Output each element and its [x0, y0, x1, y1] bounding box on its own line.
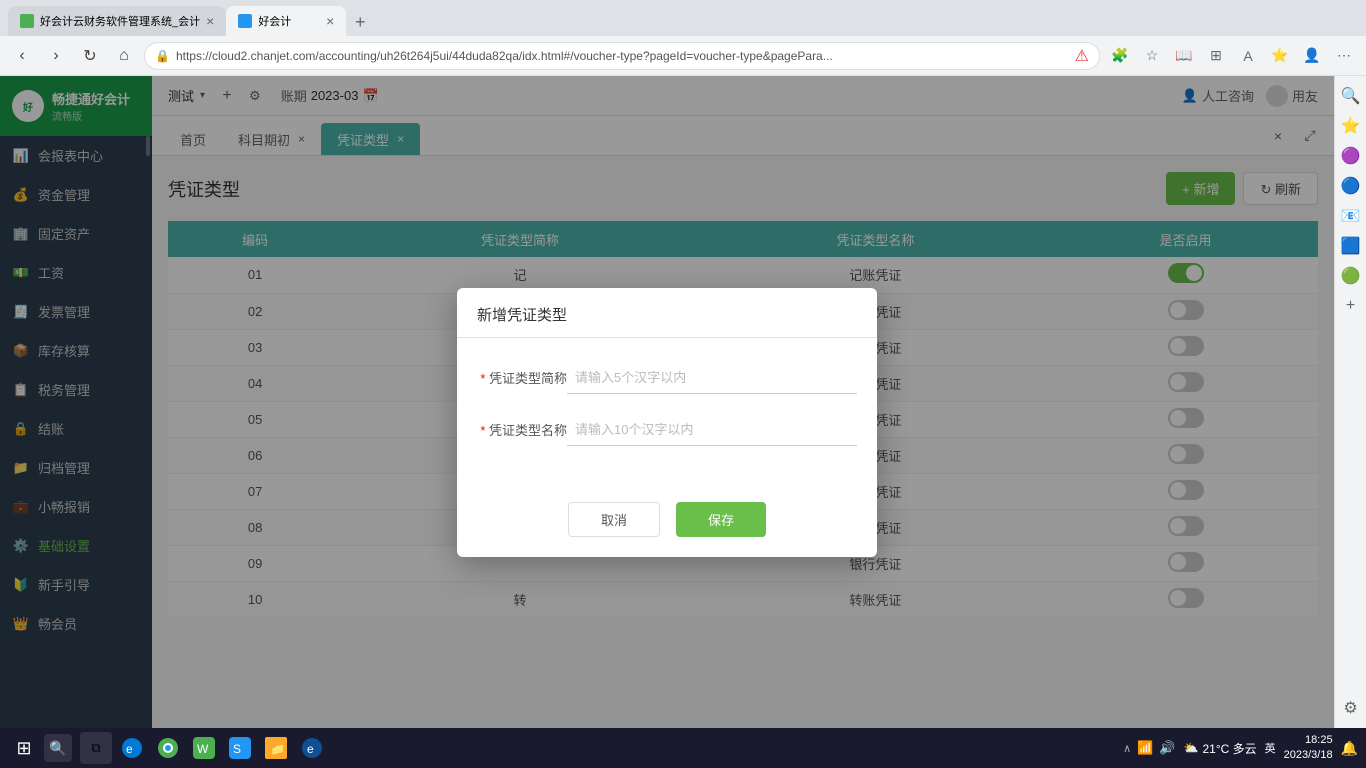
dialog-overlay: 新增凭证类型 凭证类型简称 凭证类型名称 取消 保存 [0, 76, 1334, 768]
ext-icon-5[interactable]: 🟦 [1339, 234, 1363, 258]
ext-icon-add[interactable]: + [1339, 294, 1363, 318]
ext-icon-search[interactable]: 🔍 [1339, 84, 1363, 108]
ext-icon-1[interactable]: ⭐ [1339, 114, 1363, 138]
taskbar-app-store[interactable]: S [224, 732, 256, 764]
save-button[interactable]: 保存 [676, 502, 766, 537]
account-button[interactable]: 👤 [1298, 42, 1326, 70]
form-input-name[interactable] [567, 414, 857, 446]
form-label-name: 凭证类型名称 [477, 420, 567, 439]
home-button[interactable]: ⌂ [110, 42, 138, 70]
taskbar-app-taskview[interactable]: ⧉ [80, 732, 112, 764]
dialog-body: 凭证类型简称 凭证类型名称 [457, 338, 877, 490]
new-voucher-type-dialog: 新增凭证类型 凭证类型简称 凭证类型名称 取消 保存 [457, 288, 877, 557]
taskbar-chevron-icon[interactable]: ∧ [1123, 742, 1131, 755]
dialog-header: 新增凭证类型 [457, 288, 877, 338]
tab-close-2[interactable]: × [326, 13, 334, 29]
form-input-short[interactable] [567, 362, 857, 394]
svg-text:S: S [233, 742, 241, 756]
dialog-footer: 取消 保存 [457, 490, 877, 557]
svg-text:W: W [197, 742, 209, 756]
main-content: 测试 ▾ + ⚙ 账期 2023-03 📅 👤 人工咨询 用友 [152, 76, 1334, 768]
ext-icon-2[interactable]: 🟣 [1339, 144, 1363, 168]
back-button[interactable]: ‹ [8, 42, 36, 70]
address-text: https://cloud2.chanjet.com/accounting/uh… [176, 49, 1069, 63]
dialog-title: 新增凭证类型 [477, 307, 567, 324]
reading-button[interactable]: 📖 [1170, 42, 1198, 70]
tab-title-2: 好会计 [258, 13, 320, 29]
tab-favicon-1 [20, 14, 34, 28]
taskbar-sound-icon[interactable]: 🔊 [1159, 740, 1175, 756]
taskbar-right: ∧ 📶 🔊 ⛅ 21°C 多云 英 18:25 2023/3/18 🔔 [1123, 733, 1358, 764]
date-display: 2023/3/18 [1284, 748, 1333, 763]
taskbar-time[interactable]: 18:25 2023/3/18 [1284, 733, 1333, 764]
taskbar-search-button[interactable]: 🔍 [44, 734, 72, 762]
ext-icon-4[interactable]: 📧 [1339, 204, 1363, 228]
favorites-button[interactable]: ☆ [1138, 42, 1166, 70]
taskbar-notification-icon[interactable]: 🔔 [1341, 740, 1358, 757]
weather-text: 21°C 多云 [1202, 740, 1256, 757]
taskbar-apps: ⧉ e W S 📁 e [80, 732, 328, 764]
weather-icon: ⛅ [1184, 741, 1199, 755]
taskbar-network-icon[interactable]: 📶 [1137, 740, 1153, 756]
tab-title-1: 好会计云财务软件管理系统_会计 [40, 13, 200, 29]
address-alert-icon: ⚠ [1075, 46, 1089, 66]
menu-button[interactable]: ⋯ [1330, 42, 1358, 70]
taskbar-app-chrome[interactable] [152, 732, 184, 764]
split-button[interactable]: ⊞ [1202, 42, 1230, 70]
svg-text:e: e [126, 742, 133, 756]
cancel-button[interactable]: 取消 [568, 502, 660, 537]
collections-button[interactable]: ⭐ [1266, 42, 1294, 70]
form-row-name: 凭证类型名称 [477, 414, 857, 446]
form-row-short: 凭证类型简称 [477, 362, 857, 394]
browser-tab-2[interactable]: 好会计 × [226, 6, 346, 36]
svg-text:📁: 📁 [270, 742, 285, 756]
time-display: 18:25 [1284, 733, 1333, 748]
taskbar-app-edge2[interactable]: e [296, 732, 328, 764]
tab-close-1[interactable]: × [206, 13, 214, 29]
ext-icon-6[interactable]: 🟢 [1339, 264, 1363, 288]
reload-button[interactable]: ↻ [76, 42, 104, 70]
svg-text:e: e [307, 742, 314, 756]
taskbar-app-wechat[interactable]: W [188, 732, 220, 764]
address-bar[interactable]: 🔒 https://cloud2.chanjet.com/accounting/… [144, 42, 1100, 70]
start-button[interactable]: ⊞ [8, 732, 40, 764]
form-label-short: 凭证类型简称 [477, 368, 567, 387]
taskbar-app-files[interactable]: 📁 [260, 732, 292, 764]
translate-button[interactable]: A [1234, 42, 1262, 70]
lock-icon: 🔒 [155, 49, 170, 63]
ext-icon-settings[interactable]: ⚙ [1339, 696, 1363, 720]
taskbar-weather[interactable]: ⛅ 21°C 多云 [1184, 740, 1257, 757]
taskbar-lang: 英 [1265, 740, 1276, 756]
new-tab-button[interactable]: + [346, 8, 374, 36]
ext-icon-3[interactable]: 🔵 [1339, 174, 1363, 198]
taskbar-system-icons: ∧ 📶 🔊 [1123, 740, 1175, 756]
taskbar-app-edge[interactable]: e [116, 732, 148, 764]
forward-button[interactable]: › [42, 42, 70, 70]
browser-tab-1[interactable]: 好会计云财务软件管理系统_会计 × [8, 6, 226, 36]
taskbar: ⊞ 🔍 ⧉ e W S 📁 e ∧ 📶 🔊 ⛅ 21°C 多云 [0, 728, 1366, 768]
extensions-button[interactable]: 🧩 [1106, 42, 1134, 70]
browser-extensions-sidebar: 🔍 ⭐ 🟣 🔵 📧 🟦 🟢 + ⚙ [1334, 76, 1366, 728]
tab-favicon-2 [238, 14, 252, 28]
